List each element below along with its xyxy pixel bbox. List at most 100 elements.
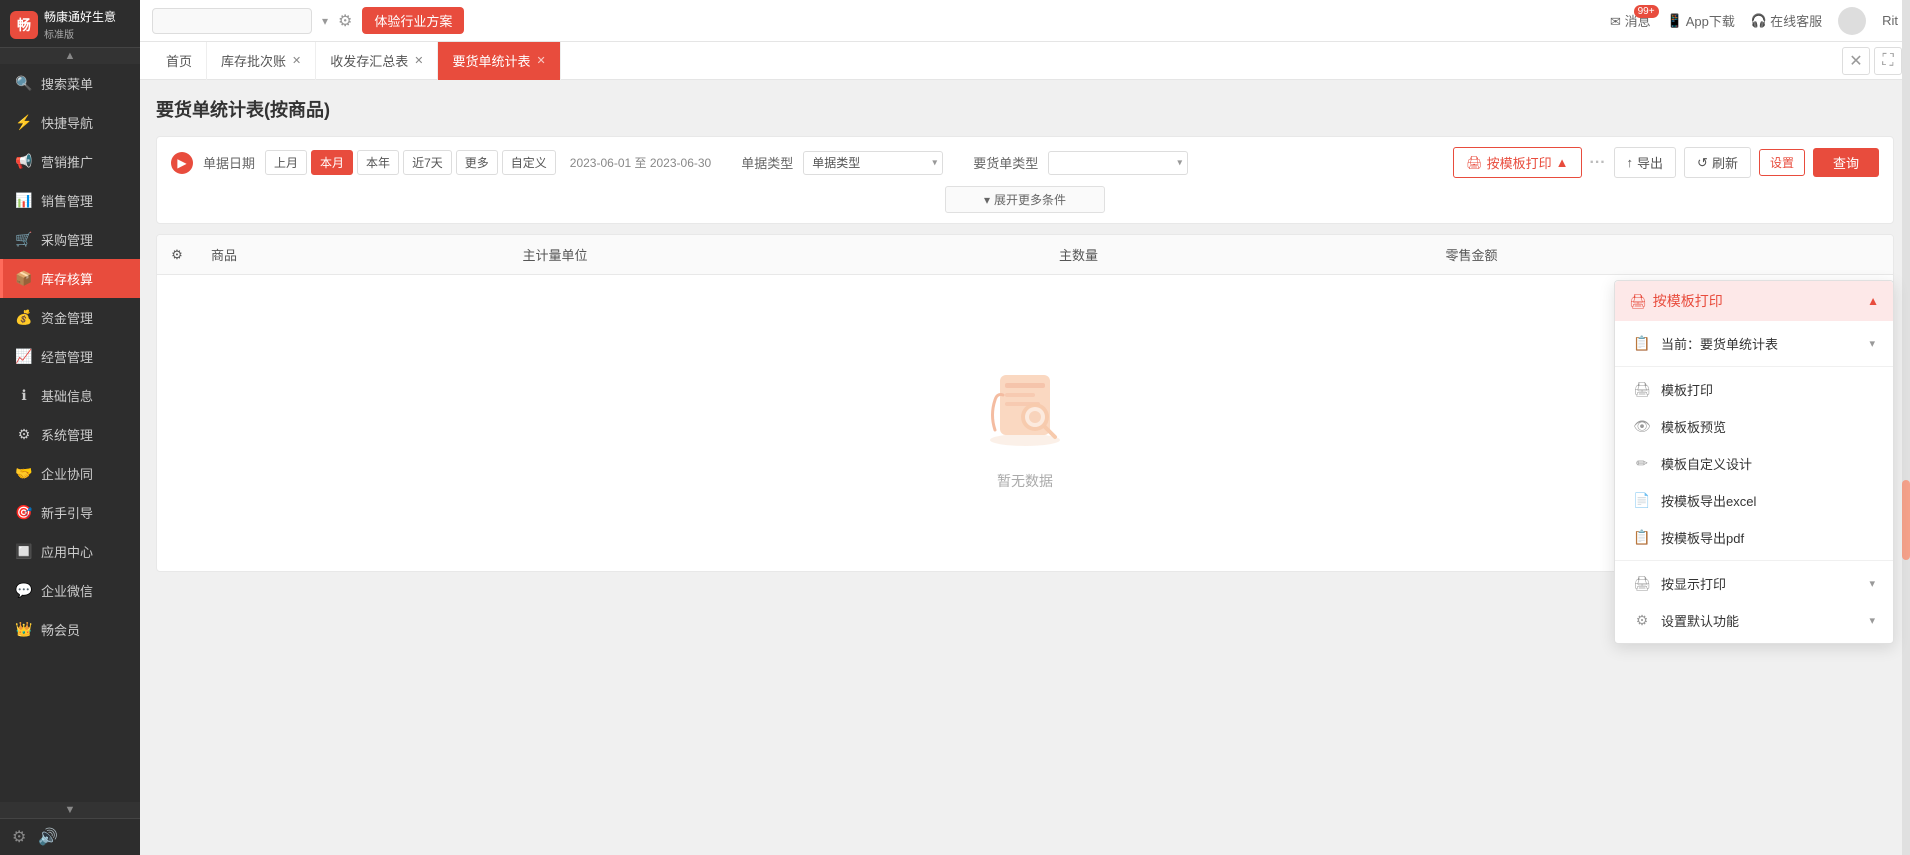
tab-close-all-btn[interactable]: ✕ <box>1842 47 1870 75</box>
user-name[interactable]: Rit <box>1882 13 1898 28</box>
menu-template-export-excel[interactable]: 📄 按模板导出excel <box>1615 482 1893 519</box>
date-btn-custom[interactable]: 自定义 <box>502 150 556 175</box>
sidebar-item-beginner[interactable]: 🎯 新手引导 <box>0 493 140 532</box>
scrollbar-thumb[interactable] <box>1902 480 1910 560</box>
current-template-left: 📋 当前：要货单统计表 <box>1633 334 1778 353</box>
print-label: 按模板打印 <box>1487 153 1552 172</box>
sidebar-item-label: 企业微信 <box>41 581 93 600</box>
printer-icon: 🖨 <box>1466 155 1483 171</box>
type-select[interactable]: 单据类型 <box>803 151 943 175</box>
more-actions-btn[interactable]: ··· <box>1590 154 1606 172</box>
messages-btn[interactable]: ✉ 99+ 消息 <box>1610 11 1651 30</box>
query-btn[interactable]: 查询 <box>1813 148 1879 177</box>
template-preview-icon: 👁 <box>1633 418 1651 435</box>
tab-batch-account[interactable]: 库存批次账 ✕ <box>207 42 316 80</box>
current-template-icon: 📋 <box>1633 335 1651 352</box>
online-service-label: 在线客服 <box>1770 11 1822 30</box>
sidebar-item-operations[interactable]: 📈 经营管理 <box>0 337 140 376</box>
sidebar-item-app-center[interactable]: 🔲 应用中心 <box>0 532 140 571</box>
tab-home[interactable]: 首页 <box>152 42 207 80</box>
sidebar-scroll-up[interactable]: ▲ <box>0 48 140 64</box>
tab-order-summary-close[interactable]: ✕ <box>537 54 546 67</box>
tab-receipts-summary-close[interactable]: ✕ <box>414 54 423 67</box>
sidebar-item-label: 资金管理 <box>41 308 93 327</box>
template-export-pdf-label: 按模板导出pdf <box>1661 528 1744 547</box>
sidebar-audio-icon[interactable]: 🔊 <box>38 827 58 847</box>
col-settings[interactable]: ⚙ <box>157 235 197 275</box>
avatar[interactable] <box>1838 7 1866 35</box>
sidebar-item-sales[interactable]: 📊 销售管理 <box>0 181 140 220</box>
date-btn-more[interactable]: 更多 <box>456 150 498 175</box>
filter-toggle-btn[interactable]: ▶ <box>171 152 193 174</box>
default-func-left: ⚙ 设置默认功能 <box>1633 611 1739 630</box>
sidebar-scroll-down[interactable]: ▼ <box>0 802 140 818</box>
sidebar-item-search[interactable]: 🔍 搜索菜单 <box>0 64 140 103</box>
display-print-icon: 🖨 <box>1633 575 1651 592</box>
template-excel-icon: 📄 <box>1633 492 1651 509</box>
tab-batch-account-close[interactable]: ✕ <box>292 54 301 67</box>
menu-template-print[interactable]: 🖨 模板打印 <box>1615 371 1893 408</box>
topbar-right: ✉ 99+ 消息 📱 App下载 🎧 在线客服 Rit <box>1610 7 1898 35</box>
tab-maximize-btn[interactable]: ⛶ <box>1874 47 1902 75</box>
divider-2 <box>1615 560 1893 561</box>
app-name-block: 畅康通好生意 标准版 <box>44 10 116 41</box>
default-func-label: 设置默认功能 <box>1661 611 1739 630</box>
tabs-right-controls: ✕ ⛶ <box>1842 47 1910 75</box>
refresh-btn[interactable]: ↺ 刷新 <box>1684 147 1751 178</box>
app-download-btn[interactable]: 📱 App下载 <box>1667 11 1735 30</box>
default-func-item[interactable]: ⚙ 设置默认功能 ▾ <box>1615 602 1893 639</box>
tab-receipts-summary-label: 收发存汇总表 <box>330 51 408 70</box>
sidebar-item-enterprise-wechat[interactable]: 💬 企业微信 <box>0 571 140 610</box>
messages-badge: 99+ <box>1634 5 1659 18</box>
menu-template-preview[interactable]: 👁 模板板预览 <box>1615 408 1893 445</box>
sidebar-item-finance[interactable]: 💰 资金管理 <box>0 298 140 337</box>
settings-btn[interactable]: 设置 <box>1759 149 1805 176</box>
print-dropdown-collapse-icon[interactable]: ▲ <box>1867 294 1879 308</box>
menu-template-design[interactable]: ✏ 模板自定义设计 <box>1615 445 1893 482</box>
template-design-label: 模板自定义设计 <box>1661 454 1752 473</box>
tab-order-summary[interactable]: 要货单统计表 ✕ <box>438 42 560 80</box>
sidebar-item-quick-nav[interactable]: ⚡ 快捷导航 <box>0 103 140 142</box>
topbar-search-dropdown[interactable]: ▾ <box>322 14 328 28</box>
refresh-icon: ↺ <box>1697 155 1708 171</box>
sidebar-item-membership[interactable]: 👑 畅会员 <box>0 610 140 649</box>
menu-template-export-pdf[interactable]: 📋 按模板导出pdf <box>1615 519 1893 556</box>
topbar-search-input[interactable] <box>152 8 312 34</box>
order-type-select[interactable] <box>1048 151 1188 175</box>
expand-label: 展开更多条件 <box>994 191 1066 208</box>
sidebar-item-inventory[interactable]: 📦 库存核算 <box>0 259 140 298</box>
sidebar-item-label: 销售管理 <box>41 191 93 210</box>
app-name: 畅康通好生意 <box>44 10 116 26</box>
system-icon: ⚙ <box>15 426 33 443</box>
print-dropdown-header[interactable]: 🖨 按模板打印 ▲ <box>1615 281 1893 321</box>
sidebar-item-cooperation[interactable]: 🤝 企业协同 <box>0 454 140 493</box>
expand-more-btn[interactable]: ▾ 展开更多条件 <box>945 186 1105 213</box>
sidebar-item-marketing[interactable]: 📢 营销推广 <box>0 142 140 181</box>
sidebar-settings-icon[interactable]: ⚙ <box>12 827 26 847</box>
sidebar-item-basic-info[interactable]: ℹ 基础信息 <box>0 376 140 415</box>
app-version: 标准版 <box>44 26 116 41</box>
export-btn[interactable]: ↑ 导出 <box>1614 147 1677 178</box>
trial-button[interactable]: 体验行业方案 <box>362 7 464 34</box>
date-btn-last-month[interactable]: 上月 <box>265 150 307 175</box>
display-print-item[interactable]: 🖨 按显示打印 ▾ <box>1615 565 1893 602</box>
sidebar-item-label: 新手引导 <box>41 503 93 522</box>
sidebar-item-label: 搜索菜单 <box>41 74 93 93</box>
sidebar-item-purchase[interactable]: 🛒 采购管理 <box>0 220 140 259</box>
date-btn-this-month[interactable]: 本月 <box>311 150 353 175</box>
type-select-wrapper: 单据类型 ▾ <box>803 151 943 175</box>
date-btn-this-year[interactable]: 本年 <box>357 150 399 175</box>
current-template-item[interactable]: 📋 当前：要货单统计表 ▾ <box>1615 325 1893 362</box>
right-scrollbar[interactable] <box>1902 0 1910 855</box>
print-template-btn[interactable]: 🖨 按模板打印 ▲ <box>1453 147 1581 178</box>
sidebar: 畅 畅康通好生意 标准版 ▲ 🔍 搜索菜单 ⚡ 快捷导航 📢 营销推广 📊 销售… <box>0 0 140 855</box>
type-label: 单据类型 <box>741 153 793 172</box>
basic-info-icon: ℹ <box>15 387 33 404</box>
sidebar-item-system[interactable]: ⚙ 系统管理 <box>0 415 140 454</box>
topbar-settings-icon[interactable]: ⚙ <box>338 11 352 31</box>
online-service-btn[interactable]: 🎧 在线客服 <box>1751 11 1822 30</box>
print-dropdown-body: 📋 当前：要货单统计表 ▾ 🖨 模板打印 👁 模板板预览 ✏ 模板自定义设计 <box>1615 321 1893 643</box>
sidebar-item-label: 采购管理 <box>41 230 93 249</box>
date-btn-7days[interactable]: 近7天 <box>403 150 452 175</box>
tab-receipts-summary[interactable]: 收发存汇总表 ✕ <box>316 42 438 80</box>
